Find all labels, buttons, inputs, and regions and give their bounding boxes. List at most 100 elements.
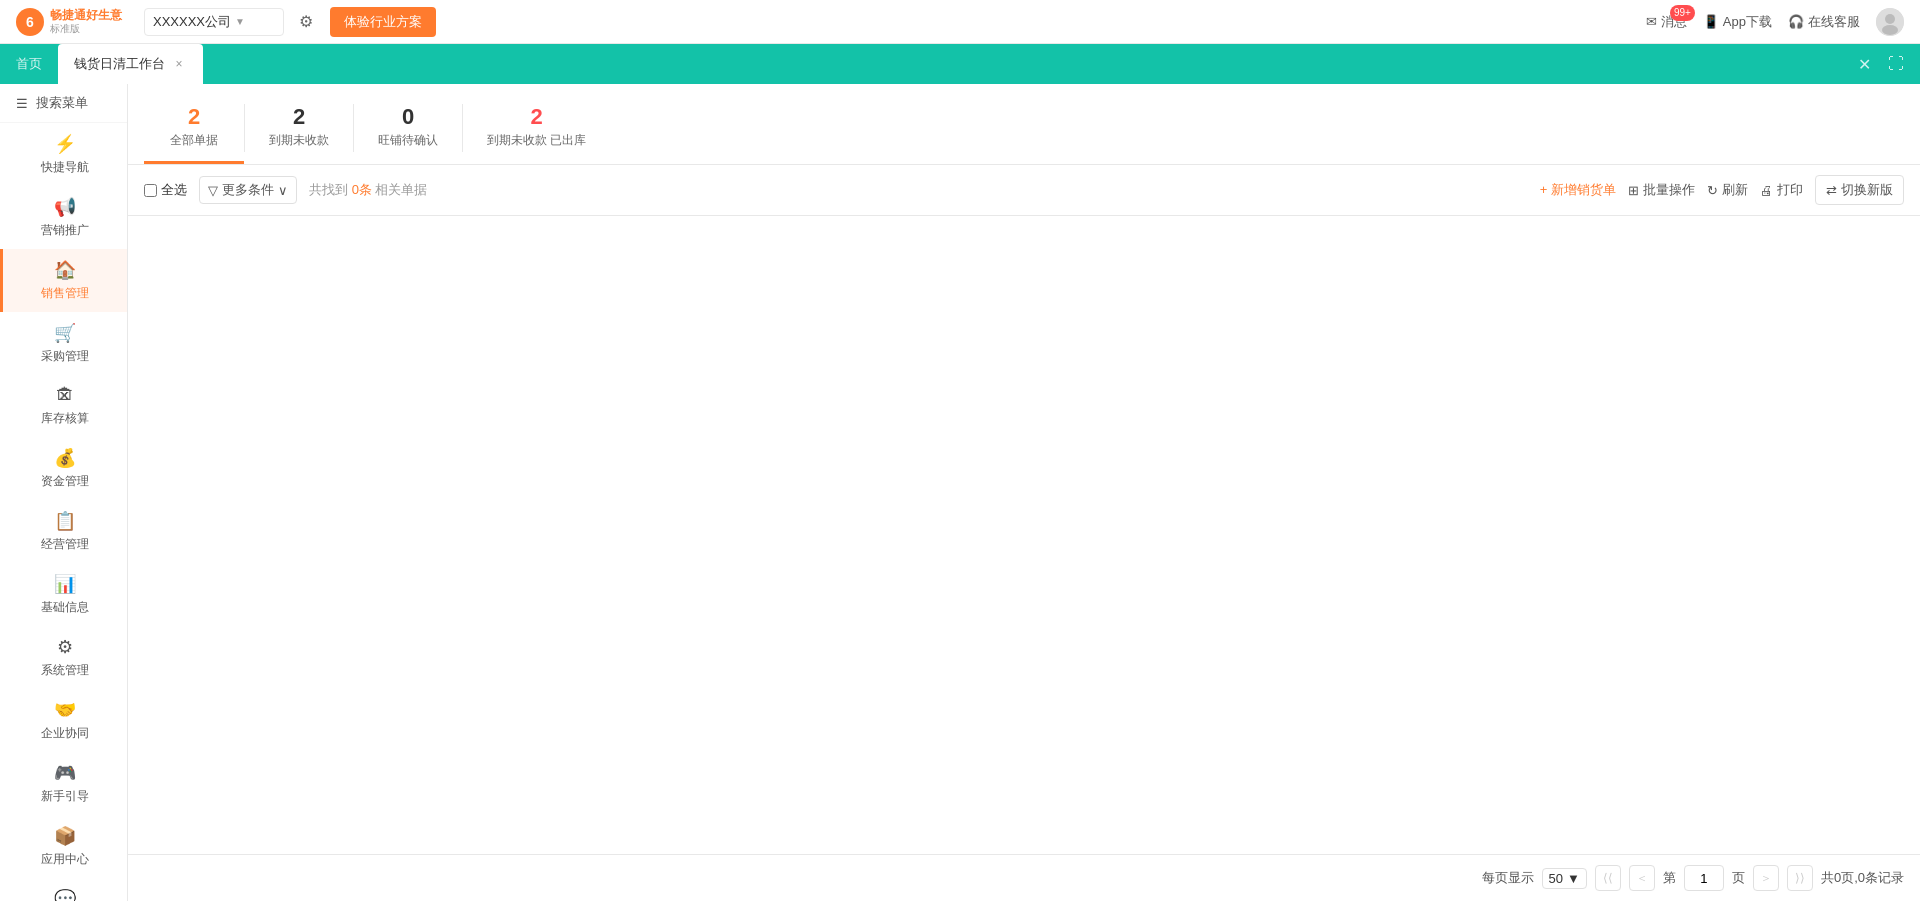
logo-subtitle: 标准版 (50, 23, 122, 35)
content-area: 2 全部单据 2 到期未收款 0 旺铺待确认 2 到期未收款 已出库 (128, 84, 1920, 901)
toolbar-right: + 新增销货单 ⊞ 批量操作 ↻ 刷新 🖨 打印 ⇄ 切换新版 (1540, 175, 1904, 205)
sidebar-item-enterprise-wechat[interactable]: 💬 企业微信 (0, 878, 127, 901)
company-dropdown-arrow: ▼ (235, 16, 245, 27)
operations-icon: 📋 (54, 510, 76, 532)
select-all-area[interactable]: 全选 (144, 181, 187, 199)
page-prev-btn[interactable]: ＜ (1629, 865, 1655, 891)
svg-point-1 (1885, 14, 1895, 24)
logo-area: 6 畅捷通好生意 标准版 (16, 8, 144, 36)
online-service-item[interactable]: 🎧 在线客服 (1788, 13, 1860, 31)
filter-btn[interactable]: ▽ 更多条件 ∨ (199, 176, 297, 204)
sidebar-item-enterprise-collab[interactable]: 🤝 企业协同 (0, 689, 127, 752)
page-input[interactable] (1684, 865, 1724, 891)
filter-label: 更多条件 (222, 181, 274, 199)
select-all-label: 全选 (161, 181, 187, 199)
tab-homepage[interactable]: 首页 (0, 44, 58, 84)
page-last-btn[interactable]: ⟩⟩ (1787, 865, 1813, 891)
stat-label-wangpu: 旺铺待确认 (378, 132, 438, 149)
select-all-checkbox[interactable] (144, 184, 157, 197)
online-service-icon: 🎧 (1788, 14, 1804, 29)
top-header: 6 畅捷通好生意 标准版 XXXXXX公司 ▼ ⚙ 体验行业方案 ✉ 消息 99… (0, 0, 1920, 44)
sidebar-item-tutorial[interactable]: 🎮 新手引导 (0, 752, 127, 815)
app-download-label: App下载 (1723, 13, 1772, 31)
system-icon: ⚙ (57, 636, 73, 658)
tab-bar-actions: ✕ ⛶ (1852, 52, 1920, 76)
tab-bar: 首页 钱货日清工作台 × ✕ ⛶ (0, 44, 1920, 84)
sidebar-item-basic-info[interactable]: 📊 基础信息 (0, 563, 127, 626)
total-text: 共0页,0条记录 (1821, 869, 1904, 887)
toolbar: 全选 ▽ 更多条件 ∨ 共找到 0条 相关单据 + 新增销货单 ⊞ 批量操作 (128, 165, 1920, 216)
tab-expand-action[interactable]: ⛶ (1884, 52, 1908, 76)
page-size-select[interactable]: 50 ▼ (1542, 868, 1587, 889)
basic-info-icon: 📊 (54, 573, 76, 595)
page-first-btn[interactable]: ⟨⟨ (1595, 865, 1621, 891)
logo-icon: 6 (16, 8, 44, 36)
sidebar-item-purchase[interactable]: 🛒 采购管理 (0, 312, 127, 375)
new-sales-btn[interactable]: + 新增销货单 (1540, 181, 1616, 199)
print-icon: 🖨 (1760, 183, 1773, 198)
purchase-icon: 🛒 (54, 322, 76, 344)
page-next-btn[interactable]: ＞ (1753, 865, 1779, 891)
marketing-icon: 📢 (54, 196, 76, 218)
stat-label-all: 全部单据 (170, 132, 218, 149)
stat-tab-overdue[interactable]: 2 到期未收款 (245, 96, 353, 164)
svg-point-2 (1882, 25, 1898, 35)
logo-title: 畅捷通好生意 (50, 8, 122, 22)
sidebar-item-search[interactable]: ☰ 搜索菜单 (0, 84, 127, 123)
stat-num-overdue: 2 (293, 104, 305, 130)
app-center-icon: 📦 (54, 825, 76, 847)
tab-close-action[interactable]: ✕ (1852, 52, 1876, 76)
settings-icon[interactable]: ⚙ (292, 8, 320, 36)
refresh-icon: ↻ (1707, 183, 1718, 198)
online-service-label: 在线客服 (1808, 13, 1860, 31)
pagination-bar: 每页显示 50 ▼ ⟨⟨ ＜ 第 页 ＞ ⟩⟩ 共0页,0条记录 (128, 854, 1920, 901)
company-selector[interactable]: XXXXXX公司 ▼ (144, 8, 284, 36)
print-btn[interactable]: 🖨 打印 (1760, 181, 1803, 199)
tab-workbench[interactable]: 钱货日清工作台 × (58, 44, 203, 84)
stat-label-overdue: 到期未收款 (269, 132, 329, 149)
stat-num-shipped: 2 (531, 104, 543, 130)
company-name: XXXXXX公司 (153, 13, 231, 31)
sidebar-item-system[interactable]: ⚙ 系统管理 (0, 626, 127, 689)
sidebar-item-quick-nav[interactable]: ⚡ 快捷导航 (0, 123, 127, 186)
sidebar-item-sales[interactable]: 🏠 销售管理 (0, 249, 127, 312)
sidebar-item-marketing[interactable]: 📢 营销推广 (0, 186, 127, 249)
sidebar-item-app-center[interactable]: 📦 应用中心 (0, 815, 127, 878)
switch-version-btn[interactable]: ⇄ 切换新版 (1815, 175, 1904, 205)
sidebar-item-inventory[interactable]: 🏚 库存核算 (0, 375, 127, 437)
batch-icon: ⊞ (1628, 183, 1639, 198)
stat-num-wangpu: 0 (402, 104, 414, 130)
messages-item[interactable]: ✉ 消息 99+ (1646, 13, 1687, 31)
stat-tab-shipped[interactable]: 2 到期未收款 已出库 (463, 96, 610, 164)
app-download-icon: 📱 (1703, 14, 1719, 29)
page-label2: 页 (1732, 869, 1745, 887)
batch-btn[interactable]: ⊞ 批量操作 (1628, 181, 1695, 199)
found-count: 0条 (352, 182, 372, 197)
switch-icon: ⇄ (1826, 183, 1837, 198)
main-layout: ☰ 搜索菜单 ⚡ 快捷导航 📢 营销推广 🏠 销售管理 🛒 采购管理 🏚 库存核… (0, 84, 1920, 901)
page-size-arrow: ▼ (1567, 871, 1580, 886)
table-area (128, 216, 1920, 854)
stat-tab-all[interactable]: 2 全部单据 (144, 96, 244, 164)
stat-tab-wangpu[interactable]: 0 旺铺待确认 (354, 96, 462, 164)
filter-icon: ▽ (208, 183, 218, 198)
search-menu-icon: ☰ (16, 96, 28, 111)
filter-arrow-icon: ∨ (278, 183, 288, 198)
app-download-item[interactable]: 📱 App下载 (1703, 13, 1772, 31)
found-text: 共找到 0条 相关单据 (309, 181, 427, 199)
sidebar: ☰ 搜索菜单 ⚡ 快捷导航 📢 营销推广 🏠 销售管理 🛒 采购管理 🏚 库存核… (0, 84, 128, 901)
tab-close-icon[interactable]: × (171, 56, 187, 72)
sidebar-item-finance[interactable]: 💰 资金管理 (0, 437, 127, 500)
stats-tabs: 2 全部单据 2 到期未收款 0 旺铺待确认 2 到期未收款 已出库 (128, 84, 1920, 165)
enterprise-wechat-icon: 💬 (54, 888, 76, 901)
finance-icon: 💰 (54, 447, 76, 469)
tutorial-icon: 🎮 (54, 762, 76, 784)
message-icon: ✉ (1646, 14, 1657, 29)
refresh-btn[interactable]: ↻ 刷新 (1707, 181, 1748, 199)
header-right: ✉ 消息 99+ 📱 App下载 🎧 在线客服 (1646, 8, 1904, 36)
experience-btn[interactable]: 体验行业方案 (330, 7, 436, 37)
per-page-label: 每页显示 (1482, 869, 1534, 887)
stat-label-shipped: 到期未收款 已出库 (487, 132, 586, 149)
avatar[interactable] (1876, 8, 1904, 36)
sidebar-item-operations[interactable]: 📋 经营管理 (0, 500, 127, 563)
